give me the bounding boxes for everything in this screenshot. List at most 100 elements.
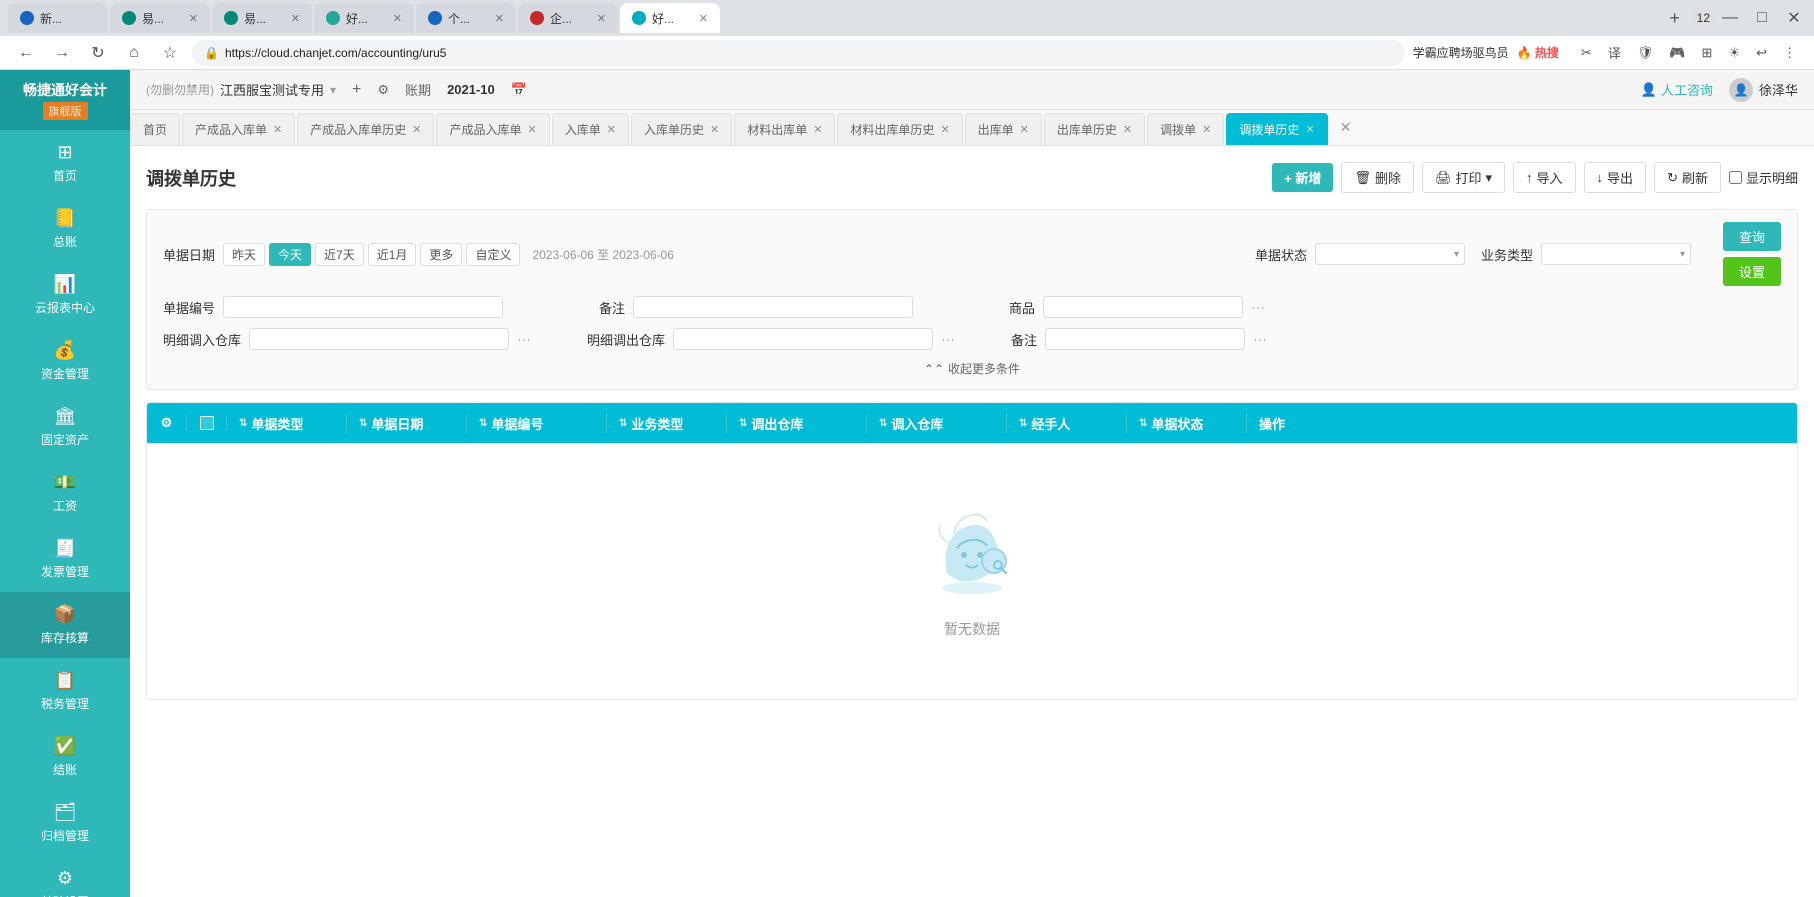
page-tab-入库单历史[interactable]: 入库单历史 ✕ xyxy=(631,113,732,145)
sidebar-item-asset[interactable]: 🏛 固定资产 xyxy=(0,394,130,460)
tab-close-icon[interactable]: ✕ xyxy=(940,123,949,136)
goods-more-icon[interactable]: ··· xyxy=(1251,299,1265,315)
browser-tab-tab2[interactable]: 易... ✕ xyxy=(110,3,210,33)
export-button[interactable]: ↓ 导出 xyxy=(1584,162,1647,193)
sidebar-item-wage[interactable]: 💵 工资 xyxy=(0,460,130,526)
th-num[interactable]: ⇅ 单据编号 xyxy=(467,414,607,433)
tab-close-icon[interactable]: ✕ xyxy=(1305,123,1314,136)
undo-icon[interactable]: ↩ xyxy=(1750,41,1773,65)
browser-tab-tab3[interactable]: 易... ✕ xyxy=(212,3,312,33)
biz-type-select[interactable]: 类型1 xyxy=(1541,243,1691,265)
star-button[interactable]: ☆ xyxy=(156,39,184,67)
detail-in-more-icon[interactable]: ··· xyxy=(517,331,531,347)
note2-input[interactable] xyxy=(1045,328,1245,350)
page-tab-调拨单[interactable]: 调拨单 ✕ xyxy=(1147,113,1224,145)
th-in[interactable]: ⇅ 调入仓库 xyxy=(867,414,1007,433)
tab-count[interactable]: 12 xyxy=(1691,9,1716,27)
display-toggle[interactable]: 显示明细 xyxy=(1729,168,1798,187)
date-btn-今天[interactable]: 今天 xyxy=(269,243,311,266)
page-tab-首页[interactable]: 首页 xyxy=(130,113,180,145)
calendar-icon[interactable]: 📅 xyxy=(511,82,527,98)
translate-icon[interactable]: 译 xyxy=(1602,39,1627,66)
scissors-icon[interactable]: ✂ xyxy=(1575,41,1598,65)
query-button[interactable]: 查询 xyxy=(1723,222,1781,251)
browser-tab-tab7[interactable]: 好... ✕ xyxy=(620,3,720,33)
url-bar[interactable]: 🔒 https://cloud.chanjet.com/accounting/u… xyxy=(192,40,1405,66)
forward-button[interactable]: → xyxy=(48,39,76,67)
page-tab-产成品入库单历史[interactable]: 产成品入库单历史 ✕ xyxy=(297,113,434,145)
tab-close-icon[interactable]: ✕ xyxy=(1202,123,1211,136)
brightness-icon[interactable]: ☀ xyxy=(1722,41,1746,65)
maximize-button[interactable]: □ xyxy=(1750,6,1774,30)
collapse-button[interactable]: ⌃⌃ 收起更多条件 xyxy=(924,360,1020,377)
page-tab-产成品入库单[interactable]: 产成品入库单 ✕ xyxy=(182,113,295,145)
note2-more-icon[interactable]: ··· xyxy=(1253,331,1267,347)
page-tab-材料出库单历史[interactable]: 材料出库单历史 ✕ xyxy=(837,113,962,145)
sidebar-item-basic[interactable]: ⚙ 基础设置 xyxy=(0,856,130,897)
display-checkbox[interactable] xyxy=(1729,171,1742,184)
page-tab-出库单[interactable]: 出库单 ✕ xyxy=(965,113,1042,145)
th-status[interactable]: ⇅ 单据状态 xyxy=(1127,414,1247,433)
delete-button[interactable]: 🗑 删除 xyxy=(1341,162,1414,193)
close-window-button[interactable]: ✕ xyxy=(1782,6,1806,30)
grid-icon[interactable]: ⊞ xyxy=(1696,41,1719,65)
page-tab-入库单[interactable]: 入库单 ✕ xyxy=(552,113,629,145)
goods-input[interactable] xyxy=(1043,296,1243,318)
th-date[interactable]: ⇅ 单据日期 xyxy=(347,414,467,433)
shield-icon[interactable]: 🛡 xyxy=(1631,41,1660,65)
detail-in-input[interactable] xyxy=(249,328,509,350)
tab-close-icon[interactable]: ✕ xyxy=(607,123,616,136)
detail-out-input[interactable] xyxy=(673,328,933,350)
th-checkbox[interactable] xyxy=(187,416,227,430)
tab-close-icon[interactable]: ✕ xyxy=(528,123,537,136)
sidebar-item-tax[interactable]: 📋 税务管理 xyxy=(0,658,130,724)
back-button[interactable]: ← xyxy=(12,39,40,67)
date-btn-昨天[interactable]: 昨天 xyxy=(223,243,265,266)
print-button[interactable]: 🖨 打印 ▾ xyxy=(1422,162,1505,193)
tab-close-icon[interactable]: ✕ xyxy=(710,123,719,136)
browser-tab-tab1[interactable]: 新... xyxy=(8,3,108,33)
settings-icon[interactable]: ⚙ xyxy=(377,82,389,98)
home-button[interactable]: ⌂ xyxy=(120,39,148,67)
minimize-button[interactable]: — xyxy=(1718,6,1742,30)
company-selector[interactable]: (勿删勿禁用) 江西服宝测试专用 ▾ xyxy=(146,80,336,99)
date-btn-自定义[interactable]: 自定义 xyxy=(466,243,520,266)
page-tab-出库单历史[interactable]: 出库单历史 ✕ xyxy=(1044,113,1145,145)
service-button[interactable]: 👤 人工咨询 xyxy=(1641,80,1713,99)
filter-settings-button[interactable]: 设置 xyxy=(1723,257,1781,286)
tab-close-icon[interactable]: ✕ xyxy=(813,123,822,136)
sidebar-item-home[interactable]: ⊞ 首页 xyxy=(0,130,130,196)
tab-bar-close-button[interactable]: ✕ xyxy=(1334,116,1358,140)
refresh-button[interactable]: ↻ xyxy=(84,39,112,67)
th-handler[interactable]: ⇅ 经手人 xyxy=(1007,414,1127,433)
select-all-checkbox[interactable] xyxy=(200,416,214,430)
note-input[interactable] xyxy=(633,296,913,318)
sidebar-item-inventory[interactable]: 📦 库存核算 xyxy=(0,592,130,658)
import-button[interactable]: ↑ 导入 xyxy=(1513,162,1576,193)
date-btn-更多[interactable]: 更多 xyxy=(420,243,462,266)
tab-close-icon[interactable]: ✕ xyxy=(412,123,421,136)
detail-out-more-icon[interactable]: ··· xyxy=(941,331,955,347)
page-tab-产成品入库单[interactable]: 产成品入库单 ✕ xyxy=(436,113,549,145)
th-biz[interactable]: ⇅ 业务类型 xyxy=(607,414,727,433)
th-type[interactable]: ⇅ 单据类型 xyxy=(227,414,347,433)
game-icon[interactable]: 🎮 xyxy=(1663,41,1691,65)
status-select[interactable]: 草稿 已提交 已审核 xyxy=(1315,243,1465,265)
add-company-icon[interactable]: + xyxy=(352,81,361,99)
page-tab-调拨单历史[interactable]: 调拨单历史 ✕ xyxy=(1226,113,1327,145)
new-button[interactable]: + 新增 xyxy=(1272,163,1333,192)
refresh-button[interactable]: ↻ 刷新 xyxy=(1654,162,1721,193)
menu-icon[interactable]: ⋮ xyxy=(1777,41,1802,65)
th-out[interactable]: ⇅ 调出仓库 xyxy=(727,414,867,433)
tab-close-icon[interactable]: ✕ xyxy=(273,123,282,136)
sidebar-item-ledger[interactable]: 📒 总账 xyxy=(0,196,130,262)
new-tab-button[interactable]: + xyxy=(1661,4,1689,32)
date-btn-近1月[interactable]: 近1月 xyxy=(368,243,417,266)
page-tab-材料出库单[interactable]: 材料出库单 ✕ xyxy=(734,113,835,145)
date-btn-近7天[interactable]: 近7天 xyxy=(315,243,364,266)
th-settings[interactable]: ⚙ xyxy=(147,415,187,431)
tab-close-icon[interactable]: ✕ xyxy=(1020,123,1029,136)
tab-close-icon[interactable]: ✕ xyxy=(1123,123,1132,136)
browser-tab-tab5[interactable]: 个... ✕ xyxy=(416,3,516,33)
sidebar-item-settle[interactable]: ✅ 结账 xyxy=(0,724,130,790)
